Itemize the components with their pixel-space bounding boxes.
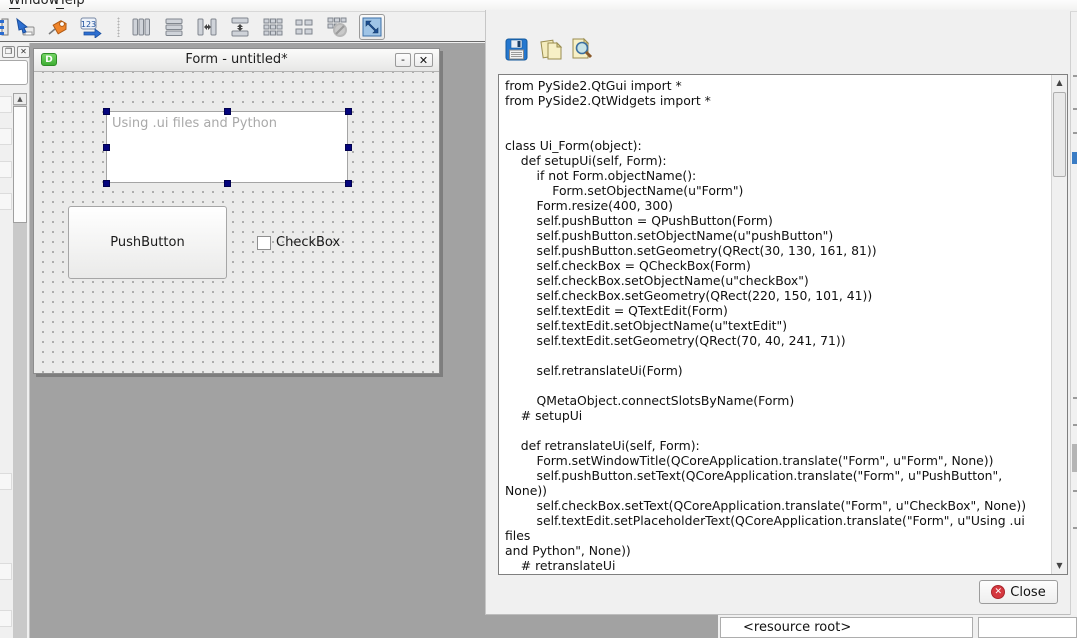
layout-grid-button[interactable] — [260, 14, 286, 40]
checkbox-widget[interactable]: CheckBox — [257, 235, 340, 250]
save-button[interactable] — [504, 37, 529, 62]
layout-form-icon — [293, 16, 315, 38]
find-icon — [569, 51, 595, 66]
textedit-widget[interactable]: Using .ui files and Python — [106, 111, 348, 183]
scroll-down-icon[interactable]: ▼ — [1052, 558, 1067, 574]
code-scrollbar[interactable]: ▲ ▼ — [1051, 75, 1067, 574]
break-layout-button[interactable] — [324, 14, 350, 40]
layout-splitter-vertical-icon — [229, 16, 251, 38]
toolbar-separator — [117, 17, 120, 37]
layout-grid-icon — [262, 16, 284, 38]
adjust-size-button[interactable] — [359, 14, 385, 40]
resource-root-item[interactable]: <resource root> — [720, 617, 973, 638]
selected-row-sliver — [1072, 152, 1077, 164]
widget-box-item[interactable] — [0, 128, 12, 145]
selection-handle-mid-right[interactable] — [345, 144, 352, 151]
layout-horizontal-button[interactable] — [128, 14, 154, 40]
widget-filter-input[interactable] — [0, 60, 28, 85]
find-button[interactable] — [569, 37, 594, 62]
close-button[interactable]: ✕ Close — [979, 580, 1058, 604]
copy-icon — [538, 51, 564, 66]
dock-close-button[interactable]: ✕ — [17, 46, 30, 58]
selection-handle-bottom-center[interactable] — [224, 180, 231, 187]
menu-help[interactable]: Help — [55, 0, 85, 8]
textedit-placeholder: Using .ui files and Python — [112, 116, 277, 131]
close-red-icon: ✕ — [991, 585, 1005, 599]
adjust-size-icon — [361, 16, 383, 38]
widget-box-item[interactable] — [0, 193, 12, 210]
menu-help-mnemonic — [56, 8, 64, 9]
form-canvas[interactable]: Using .ui files and Python PushButton Ch… — [34, 72, 439, 373]
property-dock-sliver — [1070, 12, 1077, 615]
widget-box-item[interactable] — [0, 96, 12, 113]
break-layout-icon — [326, 16, 348, 38]
edit-widgets-button[interactable] — [0, 14, 12, 40]
scroll-up-icon[interactable]: ▲ — [13, 93, 27, 105]
dock-float-button[interactable]: ❐ — [2, 46, 15, 58]
widget-box-scrollbar[interactable]: ▲ — [13, 93, 27, 638]
svg-text:123: 123 — [80, 20, 95, 29]
selection-handle-top-left[interactable] — [103, 108, 110, 115]
edit-buddies-icon — [47, 16, 69, 38]
selection-handle-bottom-right[interactable] — [345, 180, 352, 187]
widget-box-dock: ❐ ✕ ▲ — [0, 43, 30, 638]
save-icon — [504, 51, 529, 66]
selection-handle-mid-left[interactable] — [103, 144, 110, 151]
checkbox-indicator[interactable] — [257, 236, 271, 250]
form-titlebar[interactable]: D Form - untitled* - ✕ — [34, 49, 439, 72]
resource-browser-side-panel[interactable] — [978, 617, 1077, 638]
copy-button[interactable] — [538, 37, 563, 62]
selection-handle-top-center[interactable] — [224, 108, 231, 115]
edit-widgets-icon — [0, 16, 10, 38]
edit-signals-slots-icon — [14, 16, 36, 38]
layout-form-button[interactable] — [291, 14, 317, 40]
menu-window-mnemonic — [9, 8, 20, 9]
menu-window[interactable]: Window — [8, 0, 59, 8]
layout-vertical-button[interactable] — [161, 14, 187, 40]
code-preview-dialog: from PySide2.QtGui import * from PySide2… — [485, 10, 1070, 615]
form-close-button[interactable]: ✕ — [414, 53, 433, 67]
generated-code[interactable]: from PySide2.QtGui import * from PySide2… — [499, 75, 1051, 575]
selection-handle-top-right[interactable] — [345, 108, 352, 115]
layout-splitter-vertical-button[interactable] — [227, 14, 253, 40]
widget-box-item[interactable] — [0, 473, 12, 490]
widget-box-item[interactable] — [0, 610, 12, 627]
checkbox-label: CheckBox — [276, 235, 340, 250]
scrollbar-thumb[interactable] — [1053, 92, 1066, 177]
form-minimize-button[interactable]: - — [395, 53, 411, 67]
designer-main-window: Window Help 123 — [0, 0, 1077, 638]
edit-buddies-button[interactable] — [45, 14, 71, 40]
pushbutton-widget[interactable]: PushButton — [68, 206, 227, 279]
scroll-up-icon[interactable]: ▲ — [1052, 75, 1067, 91]
edit-signals-slots-button[interactable] — [12, 14, 38, 40]
close-button-label: Close — [1010, 585, 1045, 600]
layout-splitter-horizontal-button[interactable] — [194, 14, 220, 40]
layout-horizontal-icon — [130, 16, 152, 38]
code-view[interactable]: from PySide2.QtGui import * from PySide2… — [498, 74, 1068, 575]
form-window-title: Form - untitled* — [34, 52, 439, 67]
edit-tab-order-icon: 123 — [80, 16, 103, 38]
layout-splitter-horizontal-icon — [196, 16, 218, 38]
selection-handle-bottom-left[interactable] — [103, 180, 110, 187]
layout-vertical-icon — [163, 16, 185, 38]
toolbar: 123 — [0, 12, 485, 42]
widget-box-item[interactable] — [0, 563, 12, 580]
form-editor-window[interactable]: D Form - untitled* - ✕ Using .ui files a… — [33, 48, 440, 374]
edit-tab-order-button[interactable]: 123 — [78, 14, 104, 40]
widget-box-item[interactable] — [0, 161, 12, 178]
scrollbar-thumb[interactable] — [13, 106, 27, 223]
